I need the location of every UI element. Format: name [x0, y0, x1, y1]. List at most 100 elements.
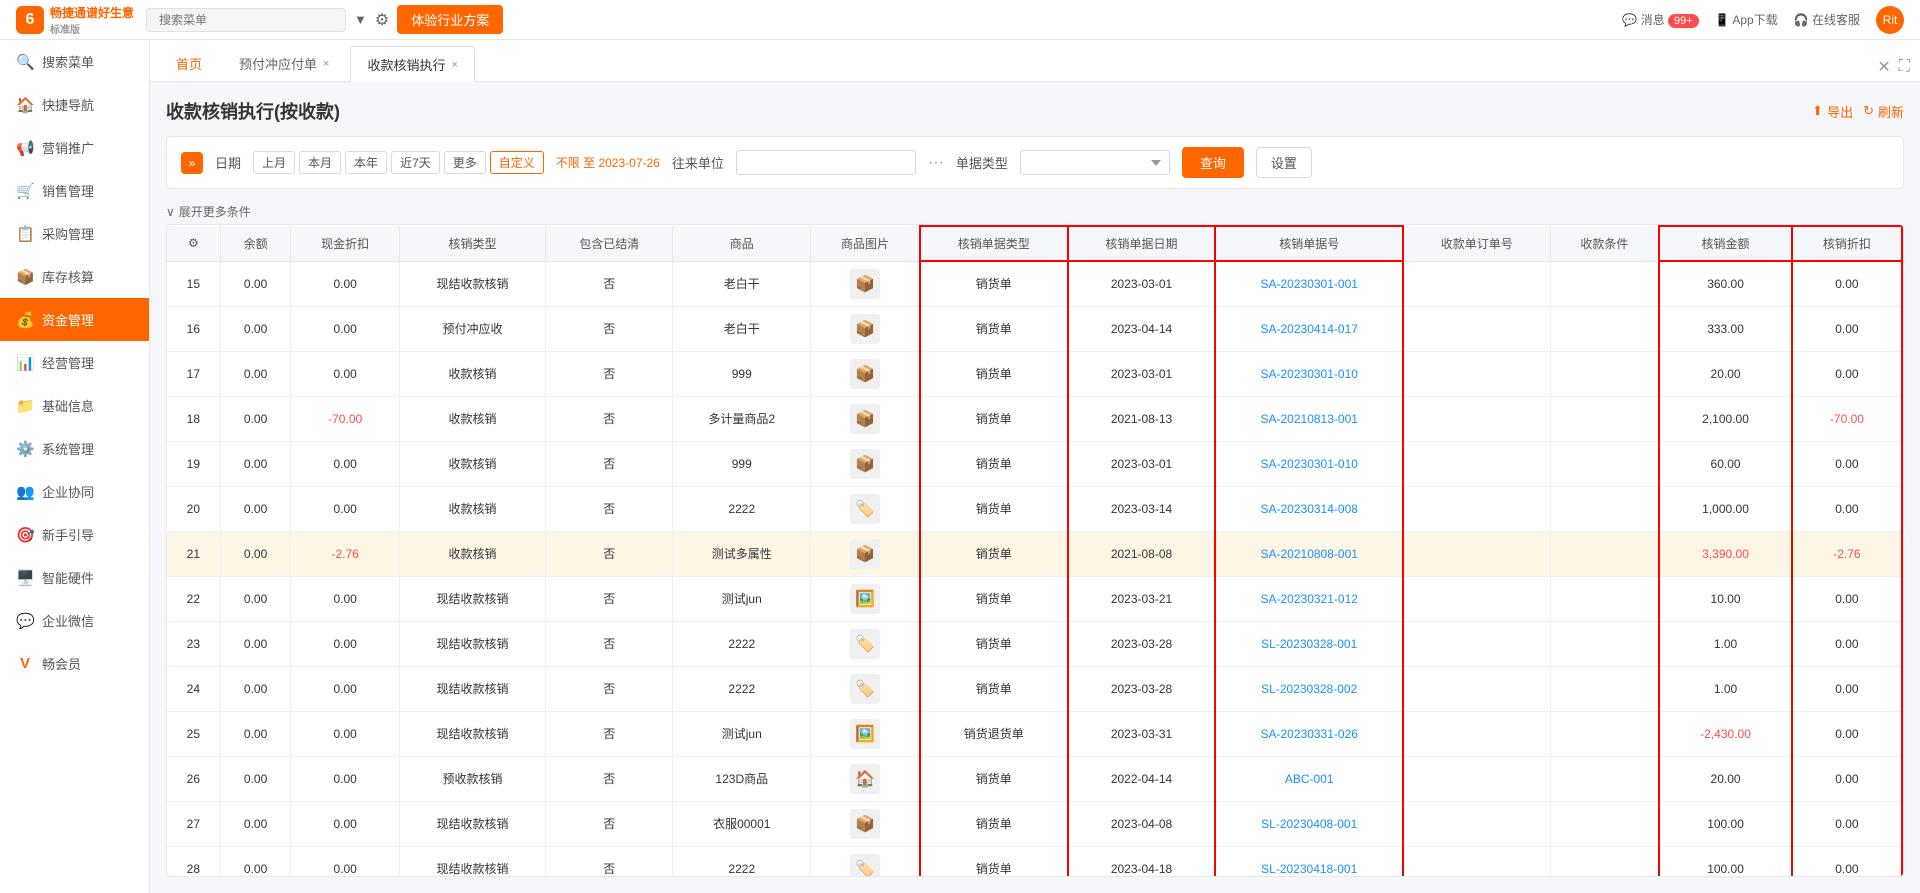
cell-doc-no: SL-20230328-001 [1215, 621, 1403, 666]
cell-cash-discount: 0.00 [291, 306, 399, 351]
doc-no-link[interactable]: SA-20230331-026 [1261, 727, 1358, 741]
sidebar-label-collab: 企业协同 [42, 482, 94, 501]
online-service[interactable]: 🎧 在线客服 [1794, 11, 1860, 28]
cell-balance: 0.00 [220, 486, 291, 531]
sidebar-item-purchase[interactable]: 📋 采购管理 [0, 212, 149, 255]
sidebar-item-hardware[interactable]: 🖥️ 智能硬件 [0, 556, 149, 599]
export-button[interactable]: ⬆ 导出 [1812, 102, 1853, 121]
cell-goods: 2222 [673, 486, 811, 531]
cell-goods-img: 📦 [811, 396, 920, 441]
cell-payment-cond [1550, 846, 1659, 877]
tab-home[interactable]: 首页 [160, 46, 218, 81]
sidebar-item-wechat[interactable]: 💬 企业微信 [0, 599, 149, 642]
table-row: 21 0.00 -2.76 收款核销 否 测试多属性 📦 销货单 2021-08… [167, 531, 1902, 576]
goods-image: 📦 [850, 809, 880, 839]
doc-no-link[interactable]: SL-20230328-002 [1261, 682, 1357, 696]
query-button[interactable]: 查询 [1182, 147, 1244, 178]
logo: 6 畅捷通谱好生意 标准版 [16, 4, 134, 36]
doc-no-link[interactable]: SA-20230301-010 [1261, 457, 1358, 471]
sidebar-item-search[interactable]: 🔍 搜索菜单 [0, 40, 149, 83]
doc-no-link[interactable]: SA-20210808-001 [1261, 547, 1358, 561]
sidebar-item-vip[interactable]: V 畅会员 [0, 642, 149, 685]
settings-gear-icon[interactable]: ⚙ [375, 10, 389, 30]
cell-balance: 0.00 [220, 846, 291, 877]
doc-no-link[interactable]: SA-20230414-017 [1261, 322, 1358, 336]
cell-contains-settled: 否 [546, 441, 673, 486]
expand-conditions-label[interactable]: 展开更多条件 [179, 203, 251, 220]
cell-balance: 0.00 [220, 801, 291, 846]
col-header-doc-type: 核销单据类型 [920, 226, 1068, 261]
doc-no-link[interactable]: SA-20230321-012 [1261, 592, 1358, 606]
date-btn-custom[interactable]: 自定义 [490, 151, 544, 174]
layout: 🔍 搜索菜单 🏠 快捷导航 📢 营销推广 🛒 销售管理 📋 采购管理 📦 库存核… [0, 40, 1920, 893]
tab-bar-right: ✕ ⛶ [1877, 57, 1910, 81]
filter-more-dots[interactable]: ··· [928, 154, 944, 172]
sidebar-item-marketing[interactable]: 📢 营销推广 [0, 126, 149, 169]
cell-goods-img: 📦 [811, 261, 920, 306]
filter-expand-button[interactable]: » [181, 152, 203, 174]
sidebar-item-operations[interactable]: 📊 经营管理 [0, 341, 149, 384]
cell-verify-type: 收款核销 [399, 351, 545, 396]
cell-cash-discount: 0.00 [291, 486, 399, 531]
col-header-verify-discount: 核销折扣 [1792, 226, 1902, 261]
message-icon[interactable]: 💬 消息 99+ [1622, 11, 1698, 28]
cell-doc-type: 销货单 [920, 531, 1068, 576]
cell-balance: 0.00 [220, 711, 291, 756]
cell-balance: 0.00 [220, 756, 291, 801]
single-type-select[interactable] [1020, 150, 1170, 175]
tab-verify-close[interactable]: × [451, 59, 457, 71]
tab-home-label: 首页 [176, 54, 202, 73]
doc-no-link[interactable]: SA-20230301-001 [1261, 277, 1358, 291]
sidebar-item-quicknav[interactable]: 🏠 快捷导航 [0, 83, 149, 126]
refresh-button[interactable]: ↻ 刷新 [1863, 102, 1904, 121]
doc-no-link[interactable]: ABC-001 [1285, 772, 1334, 786]
tab-prepay-close[interactable]: × [323, 58, 329, 70]
cell-doc-type: 销货单 [920, 576, 1068, 621]
cell-doc-type: 销货单 [920, 351, 1068, 396]
tab-verify[interactable]: 收款核销执行 × [350, 46, 474, 82]
date-btn-more[interactable]: 更多 [444, 151, 486, 174]
doc-no-link[interactable]: SA-20230314-008 [1261, 502, 1358, 516]
col-header-settings[interactable]: ⚙ [167, 226, 220, 261]
avatar[interactable]: Rit [1876, 6, 1904, 34]
sidebar-label-sales: 销售管理 [42, 181, 94, 200]
counterpart-input[interactable] [736, 150, 916, 175]
doc-no-link[interactable]: SL-20230418-001 [1261, 862, 1357, 876]
goods-image: 🏷️ [850, 494, 880, 524]
menu-search-input[interactable] [146, 8, 346, 32]
doc-no-link[interactable]: SA-20230301-010 [1261, 367, 1358, 381]
cell-doc-no: SA-20230414-017 [1215, 306, 1403, 351]
sidebar-item-finance[interactable]: 💰 资金管理 [0, 298, 149, 341]
date-btn-this-year[interactable]: 本年 [345, 151, 387, 174]
dropdown-icon[interactable]: ▼ [354, 12, 367, 27]
cell-verify-type: 收款核销 [399, 531, 545, 576]
sidebar-item-collab[interactable]: 👥 企业协同 [0, 470, 149, 513]
setting-button[interactable]: 设置 [1256, 147, 1312, 178]
date-btn-7days[interactable]: 近7天 [391, 151, 440, 174]
sidebar-item-guide[interactable]: 🎯 新手引导 [0, 513, 149, 556]
tab-prepay[interactable]: 预付冲应付单 × [222, 45, 346, 81]
cell-verify-type: 收款核销 [399, 441, 545, 486]
sidebar-item-basicinfo[interactable]: 📁 基础信息 [0, 384, 149, 427]
doc-no-link[interactable]: SL-20230328-001 [1261, 637, 1357, 651]
cell-contains-settled: 否 [546, 756, 673, 801]
top-bar: 6 畅捷通谱好生意 标准版 ▼ ⚙ 体验行业方案 💬 消息 99+ 📱 App下… [0, 0, 1920, 40]
cell-contains-settled: 否 [546, 261, 673, 306]
close-window-icon[interactable]: ✕ [1877, 57, 1890, 77]
cell-doc-type: 销货单 [920, 756, 1068, 801]
date-btn-last-month[interactable]: 上月 [253, 151, 295, 174]
sidebar-item-sales[interactable]: 🛒 销售管理 [0, 169, 149, 212]
maximize-icon[interactable]: ⛶ [1899, 58, 1910, 76]
industry-solution-button[interactable]: 体验行业方案 [397, 5, 503, 34]
app-download[interactable]: 📱 App下载 [1715, 11, 1778, 28]
sidebar-item-inventory[interactable]: 📦 库存核算 [0, 255, 149, 298]
doc-no-link[interactable]: SL-20230408-001 [1261, 817, 1357, 831]
date-btn-this-month[interactable]: 本月 [299, 151, 341, 174]
cell-verify-type: 现结收款核销 [399, 621, 545, 666]
sidebar-item-system[interactable]: ⚙️ 系统管理 [0, 427, 149, 470]
cell-verify-amount: 1,000.00 [1659, 486, 1792, 531]
cell-goods-img: 📦 [811, 801, 920, 846]
cell-goods-img: 📦 [811, 306, 920, 351]
goods-image: 📦 [850, 404, 880, 434]
doc-no-link[interactable]: SA-20210813-001 [1261, 412, 1358, 426]
